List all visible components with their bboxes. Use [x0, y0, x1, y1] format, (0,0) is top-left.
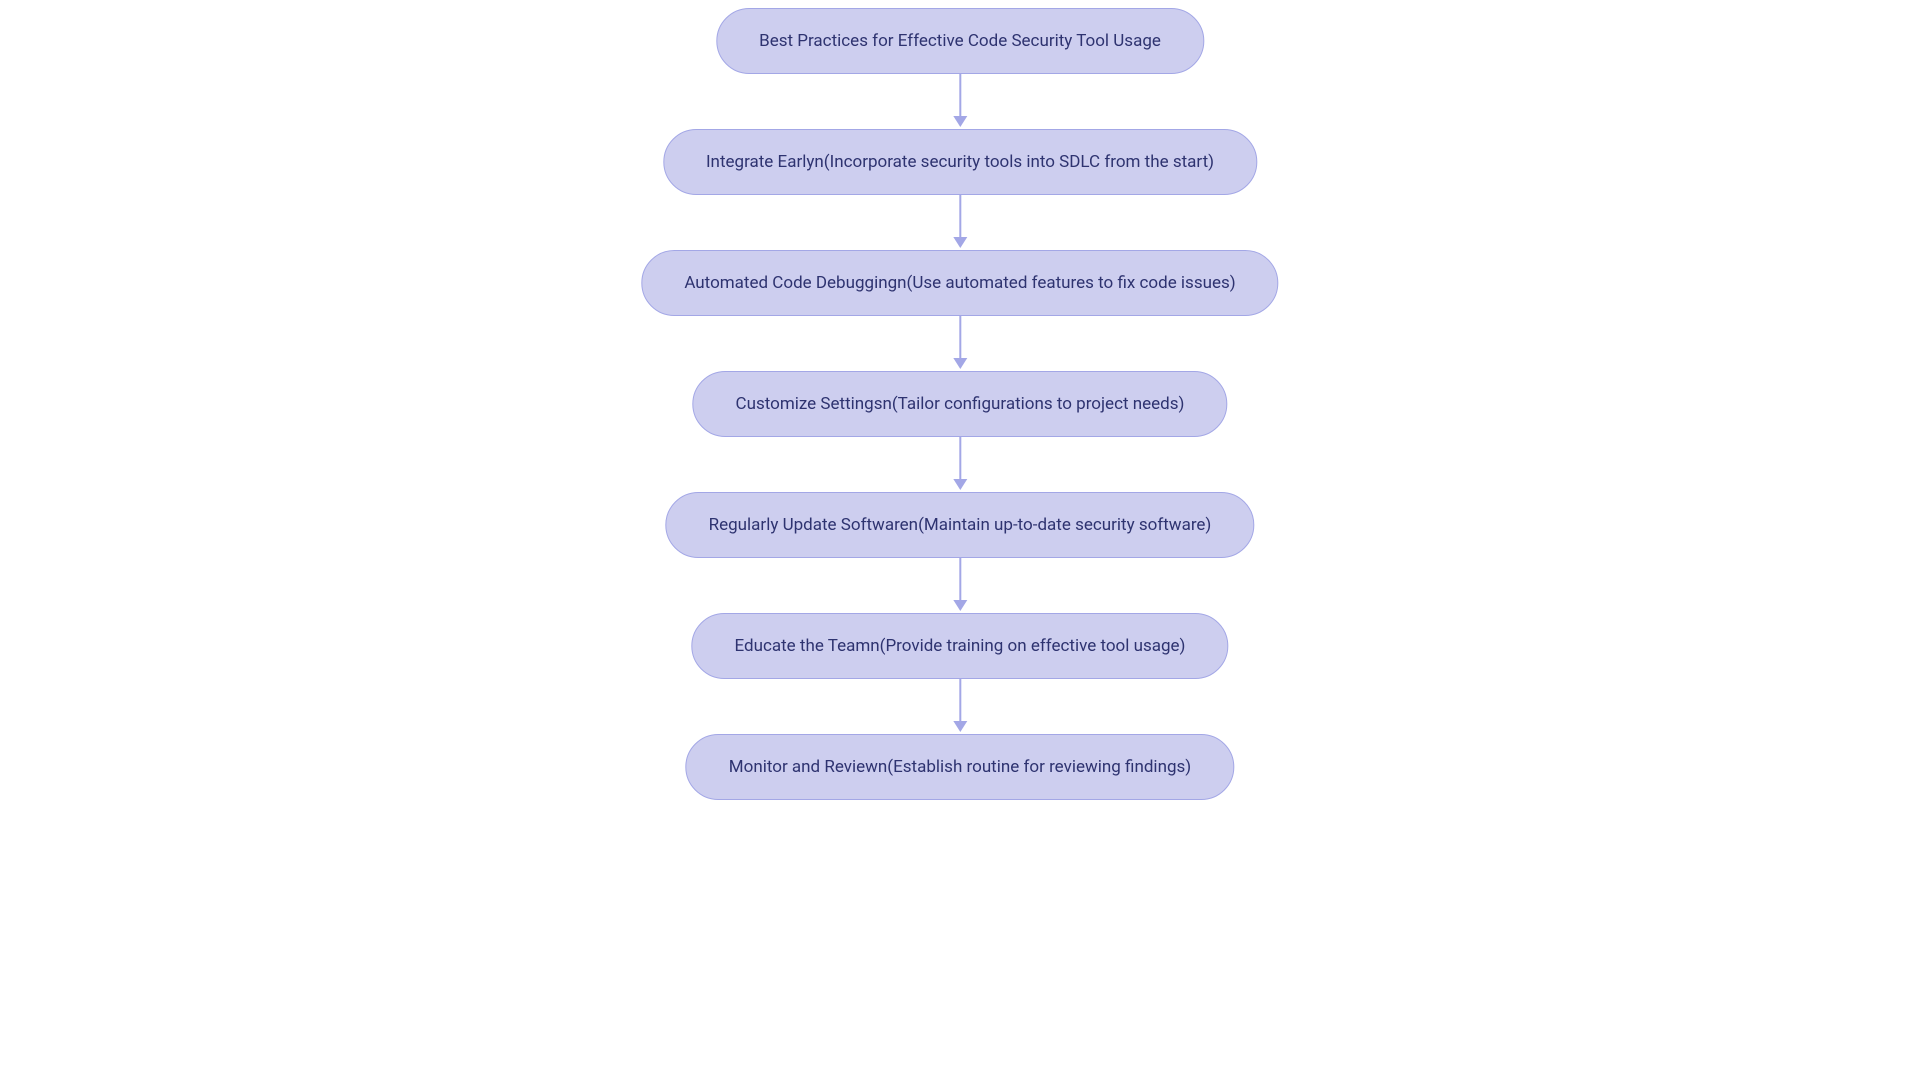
node-title: Best Practices for Effective Code Securi…	[716, 8, 1204, 74]
arrow-icon	[953, 437, 967, 492]
arrow-line	[959, 437, 961, 479]
arrow-head-icon	[953, 116, 967, 127]
arrow-head-icon	[953, 600, 967, 611]
node-integrate-early: Integrate Earlyn(Incorporate security to…	[663, 129, 1257, 195]
arrow-line	[959, 195, 961, 237]
arrow-icon	[953, 679, 967, 734]
arrow-line	[959, 679, 961, 721]
arrow-icon	[953, 74, 967, 129]
arrow-line	[959, 316, 961, 358]
node-educate-team: Educate the Teamn(Provide training on ef…	[692, 613, 1229, 679]
arrow-icon	[953, 195, 967, 250]
arrow-head-icon	[953, 721, 967, 732]
node-update-software: Regularly Update Softwaren(Maintain up-t…	[666, 492, 1255, 558]
arrow-icon	[953, 316, 967, 371]
arrow-icon	[953, 558, 967, 613]
arrow-head-icon	[953, 358, 967, 369]
node-automated-debugging: Automated Code Debuggingn(Use automated …	[641, 250, 1278, 316]
arrow-line	[959, 558, 961, 600]
arrow-head-icon	[953, 237, 967, 248]
arrow-line	[959, 74, 961, 116]
arrow-head-icon	[953, 479, 967, 490]
node-monitor-review: Monitor and Reviewn(Establish routine fo…	[686, 734, 1234, 800]
flowchart: Best Practices for Effective Code Securi…	[641, 8, 1278, 800]
node-customize-settings: Customize Settingsn(Tailor configuration…	[693, 371, 1228, 437]
